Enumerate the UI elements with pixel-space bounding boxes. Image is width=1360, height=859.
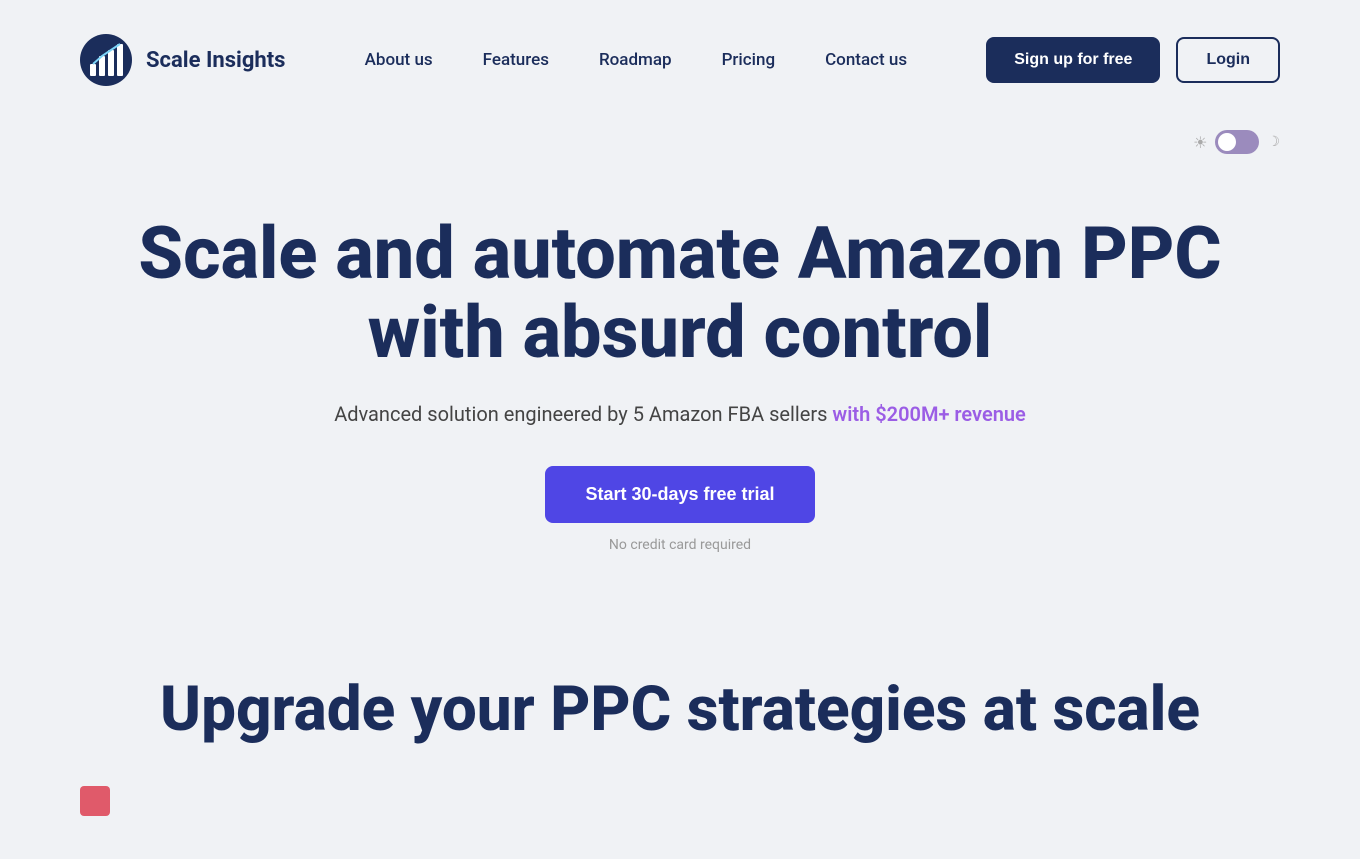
- no-credit-text: No credit card required: [80, 537, 1280, 553]
- header-actions: Sign up for free Login: [986, 37, 1280, 83]
- nav-contact[interactable]: Contact us: [825, 50, 907, 70]
- moon-icon: ☽: [1267, 134, 1280, 150]
- brand-name: Scale Insights: [146, 48, 285, 73]
- hero-subtitle-highlight: with $200M+ revenue: [832, 402, 1025, 426]
- toggle-knob: [1218, 133, 1236, 151]
- hero-subtitle-normal: Advanced solution engineered by 5 Amazon…: [334, 402, 827, 426]
- nav-features[interactable]: Features: [483, 50, 549, 70]
- pink-square-indicator: [80, 786, 110, 816]
- sun-icon: ☀: [1193, 133, 1207, 152]
- nav-pricing[interactable]: Pricing: [722, 50, 776, 70]
- signup-button[interactable]: Sign up for free: [986, 37, 1160, 83]
- header: Scale Insights About us Features Roadmap…: [0, 0, 1360, 120]
- hero-title-line2: with absurd control: [368, 290, 993, 375]
- logo-link[interactable]: Scale Insights: [80, 34, 285, 86]
- hero-section: Scale and automate Amazon PPC with absur…: [0, 154, 1360, 593]
- hero-title-line1: Scale and automate Amazon PPC: [138, 211, 1221, 296]
- hero-subtitle: Advanced solution engineered by 5 Amazon…: [80, 402, 1280, 426]
- cta-button[interactable]: Start 30-days free trial: [545, 466, 814, 523]
- main-nav: About us Features Roadmap Pricing Contac…: [365, 50, 907, 70]
- logo-icon: [80, 34, 132, 86]
- theme-toggle[interactable]: [1215, 130, 1259, 154]
- upgrade-section: Upgrade your PPC strategies at scale: [0, 593, 1360, 766]
- theme-toggle-area: ☀ ☽: [0, 130, 1360, 154]
- hero-title: Scale and automate Amazon PPC with absur…: [80, 214, 1280, 372]
- login-button[interactable]: Login: [1176, 37, 1280, 83]
- nav-about[interactable]: About us: [365, 50, 433, 70]
- nav-roadmap[interactable]: Roadmap: [599, 50, 672, 70]
- upgrade-title: Upgrade your PPC strategies at scale: [80, 673, 1280, 746]
- hero-cta-area: Start 30-days free trial No credit card …: [80, 466, 1280, 553]
